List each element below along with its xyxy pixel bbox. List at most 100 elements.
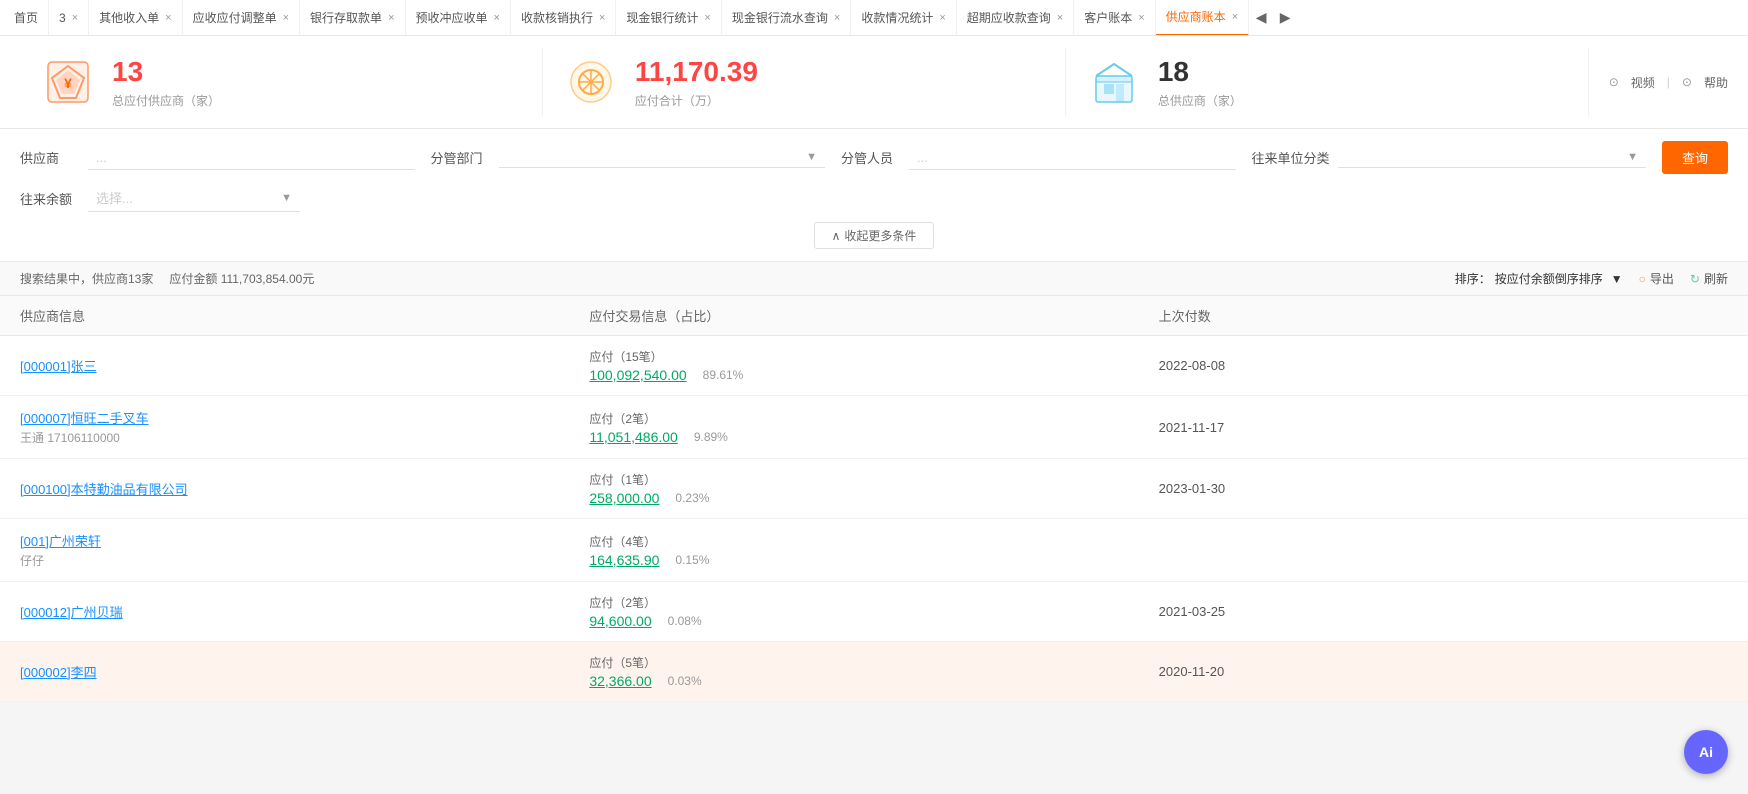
person-input[interactable] xyxy=(909,146,1236,170)
transaction-pct-1: 9.89% xyxy=(694,430,728,444)
table-row: [000007]恒旺二手叉车 王通 17106110000 应付（2笔） 11,… xyxy=(0,396,1748,459)
top-right-links: ⊙ 视频 | ⊙ 帮助 xyxy=(1589,74,1728,91)
table-header-last-pay: 上次付数 xyxy=(1159,306,1728,325)
transaction-row-5: 32,366.00 0.03% xyxy=(589,673,1158,689)
shop-icon xyxy=(1086,54,1142,110)
sort-value: 按应付余额倒序排序 xyxy=(1495,270,1603,287)
nav-tab-advance-collection[interactable]: 预收冲应收单 × xyxy=(406,0,511,36)
refresh-button[interactable]: ↻ 刷新 xyxy=(1690,270,1728,287)
nav-tab-3[interactable]: 3 × xyxy=(49,0,89,36)
nav-tab-collection-stat-label: 收款情况统计 xyxy=(861,9,933,26)
nav-tab-bank-deposit-label: 银行存取款单 xyxy=(310,9,382,26)
close-icon[interactable]: × xyxy=(1138,12,1144,24)
filter-item-category: 往来单位分类 ▼ xyxy=(1252,147,1647,168)
nav-tab-ap-adjustment[interactable]: 应收应付调整单 × xyxy=(183,0,300,36)
transaction-pct-3: 0.15% xyxy=(675,553,709,567)
nav-tab-other-income[interactable]: 其他收入单 × xyxy=(89,0,182,36)
filter-area: 供应商 分管部门 ▼ 分管人员 往来单位分类 ▼ 查询 xyxy=(0,129,1748,262)
chevron-down-icon4: ▼ xyxy=(1611,272,1623,286)
chevron-down-icon3: ▼ xyxy=(281,192,292,204)
refresh-icon: ↻ xyxy=(1690,272,1700,286)
transaction-amount-1[interactable]: 11,051,486.00 xyxy=(589,429,678,445)
balance-select-value: 选择... xyxy=(96,188,281,207)
supplier-input[interactable] xyxy=(88,146,415,170)
nav-arrow-left[interactable]: ◀ xyxy=(1249,0,1273,36)
close-icon[interactable]: × xyxy=(1232,11,1238,23)
nav-tab-supplier-account[interactable]: 供应商账本 × xyxy=(1156,0,1249,36)
close-icon[interactable]: × xyxy=(939,12,945,24)
transaction-label-5: 应付（5笔） xyxy=(589,654,1158,671)
summary-bar: ¥ 13 总应付供应商（家） 11,170.39 应付合计（万） xyxy=(0,36,1748,129)
table-container: 供应商信息 应付交易信息（占比） 上次付数 [000001]张三 应付（15笔）… xyxy=(0,296,1748,702)
supplier-link-1[interactable]: [000007]恒旺二手叉车 xyxy=(20,408,589,427)
balance-select[interactable]: 选择... ▼ xyxy=(88,184,300,212)
filter-item-person: 分管人员 xyxy=(841,146,1236,170)
close-icon[interactable]: × xyxy=(388,12,394,24)
export-label: 导出 xyxy=(1650,270,1674,287)
export-button[interactable]: ○ 导出 xyxy=(1639,270,1674,287)
balance-filter-label: 往来余额 xyxy=(20,189,80,208)
transaction-amount-3[interactable]: 164,635.90 xyxy=(589,552,659,568)
results-bar: 搜索结果中，供应商13家 应付金额 111,703,854.00元 排序： 按应… xyxy=(0,262,1748,296)
circle-icon: ⊙ xyxy=(1609,75,1619,89)
close-icon[interactable]: × xyxy=(165,12,171,24)
summary-content-total-suppliers: 18 总供应商（家） xyxy=(1158,55,1242,110)
nav-tab-collection-stat[interactable]: 收款情况统计 × xyxy=(851,0,956,36)
nav-tab-customer-account[interactable]: 客户账本 × xyxy=(1074,0,1155,36)
nav-tab-cash-bank-stat[interactable]: 现金银行统计 × xyxy=(616,0,721,36)
query-button[interactable]: 查询 xyxy=(1662,141,1728,174)
table-row: [000001]张三 应付（15笔） 100,092,540.00 89.61%… xyxy=(0,336,1748,396)
nav-tab-cash-bank-flow[interactable]: 现金银行流水查询 × xyxy=(722,0,851,36)
transaction-amount-2[interactable]: 258,000.00 xyxy=(589,490,659,506)
ai-button[interactable]: Ai xyxy=(1684,730,1728,774)
nav-tab-overdue-query[interactable]: 超期应收款查询 × xyxy=(957,0,1074,36)
table-row: [001]广州荣轩 仔仔 应付（4笔） 164,635.90 0.15% xyxy=(0,519,1748,582)
nav-tab-3-label: 3 xyxy=(59,11,66,25)
nav-tab-ap-adjustment-label: 应收应付调整单 xyxy=(193,9,277,26)
nav-tab-collection-audit[interactable]: 收款核销执行 × xyxy=(511,0,616,36)
ai-label: Ai xyxy=(1699,744,1713,760)
chevron-down-icon: ▼ xyxy=(806,151,817,163)
supplier-info-3: [001]广州荣轩 仔仔 xyxy=(20,531,589,569)
close-icon[interactable]: × xyxy=(72,12,78,24)
collapse-icon: ∧ xyxy=(832,229,841,243)
nav-tab-home[interactable]: 首页 xyxy=(4,0,49,36)
table-header-transaction: 应付交易信息（占比） xyxy=(589,306,1158,325)
transaction-row-3: 164,635.90 0.15% xyxy=(589,552,1158,568)
help-link[interactable]: 帮助 xyxy=(1704,74,1728,91)
close-icon[interactable]: × xyxy=(834,12,840,24)
close-icon[interactable]: × xyxy=(494,12,500,24)
dept-select[interactable]: ▼ xyxy=(499,147,826,168)
close-icon[interactable]: × xyxy=(283,12,289,24)
transaction-row-2: 258,000.00 0.23% xyxy=(589,490,1158,506)
supplier-link-3[interactable]: [001]广州荣轩 xyxy=(20,531,589,550)
supplier-info-2: [000100]本特勤油品有限公司 xyxy=(20,479,589,498)
transaction-amount-5[interactable]: 32,366.00 xyxy=(589,673,651,689)
filter-item-supplier: 供应商 xyxy=(20,146,415,170)
supplier-link-0[interactable]: [000001]张三 xyxy=(20,356,589,375)
transaction-label-1: 应付（2笔） xyxy=(589,410,1158,427)
supplier-link-2[interactable]: [000100]本特勤油品有限公司 xyxy=(20,479,589,498)
video-link[interactable]: 视频 xyxy=(1631,74,1655,91)
transaction-amount-0[interactable]: 100,092,540.00 xyxy=(589,367,686,383)
transaction-row-4: 94,600.00 0.08% xyxy=(589,613,1158,629)
transaction-amount-4[interactable]: 94,600.00 xyxy=(589,613,651,629)
sort-select[interactable]: 排序： 按应付余额倒序排序 ▼ xyxy=(1455,270,1623,287)
results-summary-text: 搜索结果中，供应商13家 xyxy=(20,270,153,287)
close-icon[interactable]: × xyxy=(1057,12,1063,24)
nav-arrow-right[interactable]: ▶ xyxy=(1273,0,1297,36)
person-filter-label: 分管人员 xyxy=(841,148,901,167)
close-icon[interactable]: × xyxy=(704,12,710,24)
supplier-link-4[interactable]: [000012]广州贝瑞 xyxy=(20,602,589,621)
supplier-link-5[interactable]: [000002]李四 xyxy=(20,662,589,681)
last-pay-date-4: 2021-03-25 xyxy=(1159,604,1728,619)
ap-total-value: 11,170.39 xyxy=(635,55,758,89)
table-row: [000002]李四 应付（5笔） 32,366.00 0.03% 2020-1… xyxy=(0,642,1748,702)
close-icon[interactable]: × xyxy=(599,12,605,24)
transaction-info-0: 应付（15笔） 100,092,540.00 89.61% xyxy=(589,348,1158,383)
collapse-button[interactable]: ∧ 收起更多条件 xyxy=(814,222,934,249)
nav-tab-bank-deposit[interactable]: 银行存取款单 × xyxy=(300,0,405,36)
nav-tab-overdue-query-label: 超期应收款查询 xyxy=(967,9,1051,26)
transaction-label-0: 应付（15笔） xyxy=(589,348,1158,365)
category-select[interactable]: ▼ xyxy=(1338,147,1646,168)
